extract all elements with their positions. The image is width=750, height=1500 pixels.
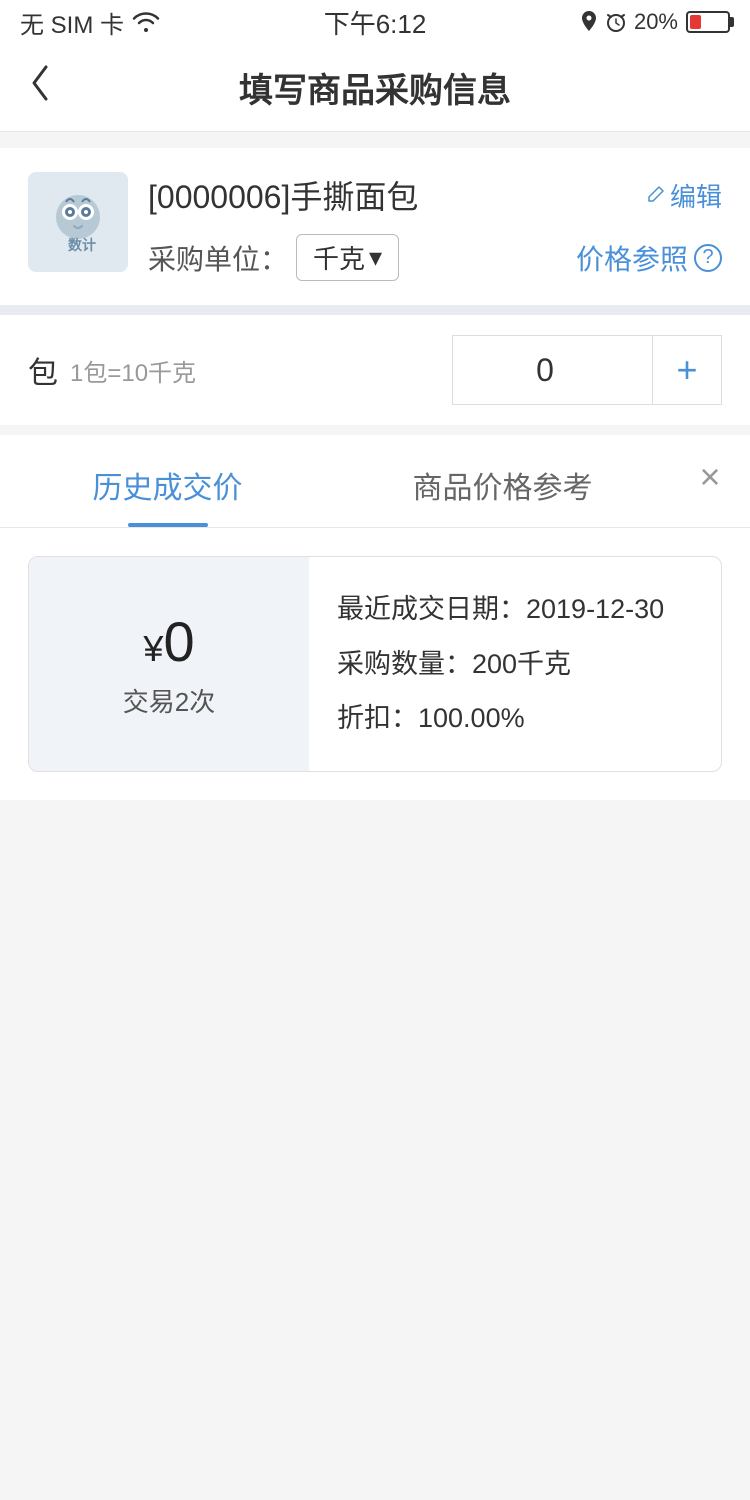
alarm-icon	[606, 11, 626, 33]
tab-header: 历史成交价 商品价格参考 ×	[0, 435, 750, 528]
nav-bar: 填写商品采购信息	[0, 44, 750, 132]
status-right: 20%	[580, 9, 730, 35]
quantity-control: +	[452, 335, 722, 405]
location-icon	[580, 11, 598, 33]
discount-row: 折扣：100.00%	[337, 698, 693, 739]
status-bar: 无 SIM 卡 下午6:12 20%	[0, 0, 750, 44]
recent-date-label: 最近成交日期：	[337, 594, 526, 624]
purchase-qty-value: 200千克	[472, 649, 571, 679]
quantity-input[interactable]	[452, 335, 652, 405]
tab-panel: 历史成交价 商品价格参考 × ¥0 交易2次 最近成交日期：2019-12-30…	[0, 435, 750, 800]
help-icon: ?	[694, 244, 722, 272]
edit-label: 编辑	[670, 177, 722, 214]
product-info: [0000006]手撕面包 编辑 采购单位： 千克 ▾ 价格参照 ?	[148, 172, 722, 281]
back-button[interactable]	[28, 63, 52, 112]
price-content: ¥0 交易2次 最近成交日期：2019-12-30 采购数量：200千克 折扣：…	[0, 528, 750, 800]
price-card: ¥0 交易2次 最近成交日期：2019-12-30 采购数量：200千克 折扣：…	[28, 556, 722, 772]
purchase-qty-row: 采购数量：200千克	[337, 644, 693, 685]
dropdown-arrow-icon: ▾	[369, 242, 382, 273]
quantity-plus-button[interactable]: +	[652, 335, 722, 405]
price-summary: ¥0 交易2次	[29, 557, 309, 771]
tab-product-price-ref[interactable]: 商品价格参考	[335, 435, 670, 527]
purchase-row: 采购单位： 千克 ▾ 价格参照 ?	[148, 234, 722, 281]
product-card: 数计 [0000006]手撕面包 编辑 采购单位： 千克 ▾ 价格参照	[0, 148, 750, 305]
discount-label: 折扣：	[337, 703, 418, 733]
currency-symbol: ¥	[143, 628, 163, 669]
discount-value: 100.00%	[418, 703, 525, 733]
unit-dropdown[interactable]: 千克 ▾	[296, 234, 399, 281]
product-name: [0000006]手撕面包	[148, 172, 418, 218]
main-content	[0, 800, 750, 1500]
purchase-unit-label: 采购单位：	[148, 238, 288, 278]
unit-label: 包	[28, 348, 58, 392]
carrier-text: 无 SIM 卡	[20, 5, 124, 40]
price-details: 最近成交日期：2019-12-30 采购数量：200千克 折扣：100.00%	[309, 557, 721, 771]
product-logo-icon: 数计	[38, 182, 118, 262]
product-header: [0000006]手撕面包 编辑	[148, 172, 722, 218]
amount-value: 0	[163, 610, 194, 673]
page-title: 填写商品采购信息	[239, 63, 511, 112]
price-ref-label: 价格参照	[576, 238, 688, 278]
recent-date-value: 2019-12-30	[526, 594, 664, 624]
battery-icon	[686, 11, 730, 33]
edit-icon	[644, 184, 666, 206]
price-ref-button[interactable]: 价格参照 ?	[576, 238, 722, 278]
product-image: 数计	[28, 172, 128, 272]
quantity-label: 包 1包=10千克	[28, 348, 196, 392]
svg-text:数计: 数计	[68, 237, 96, 253]
recent-date-row: 最近成交日期：2019-12-30	[337, 589, 693, 630]
unit-value: 千克	[313, 239, 365, 276]
price-amount: ¥0	[143, 609, 194, 674]
status-time: 下午6:12	[324, 4, 427, 41]
purchase-qty-label: 采购数量：	[337, 649, 472, 679]
status-left: 无 SIM 卡	[20, 5, 160, 40]
purchase-unit: 采购单位： 千克 ▾	[148, 234, 399, 281]
tab-history-price[interactable]: 历史成交价	[0, 435, 335, 527]
quantity-row: 包 1包=10千克 +	[0, 315, 750, 425]
wifi-icon	[132, 12, 160, 32]
unit-hint: 1包=10千克	[70, 353, 196, 388]
price-times: 交易2次	[123, 682, 215, 719]
tab-close-button[interactable]: ×	[670, 456, 750, 506]
edit-button[interactable]: 编辑	[644, 177, 722, 214]
section-divider	[0, 305, 750, 315]
battery-percent: 20%	[634, 9, 678, 35]
